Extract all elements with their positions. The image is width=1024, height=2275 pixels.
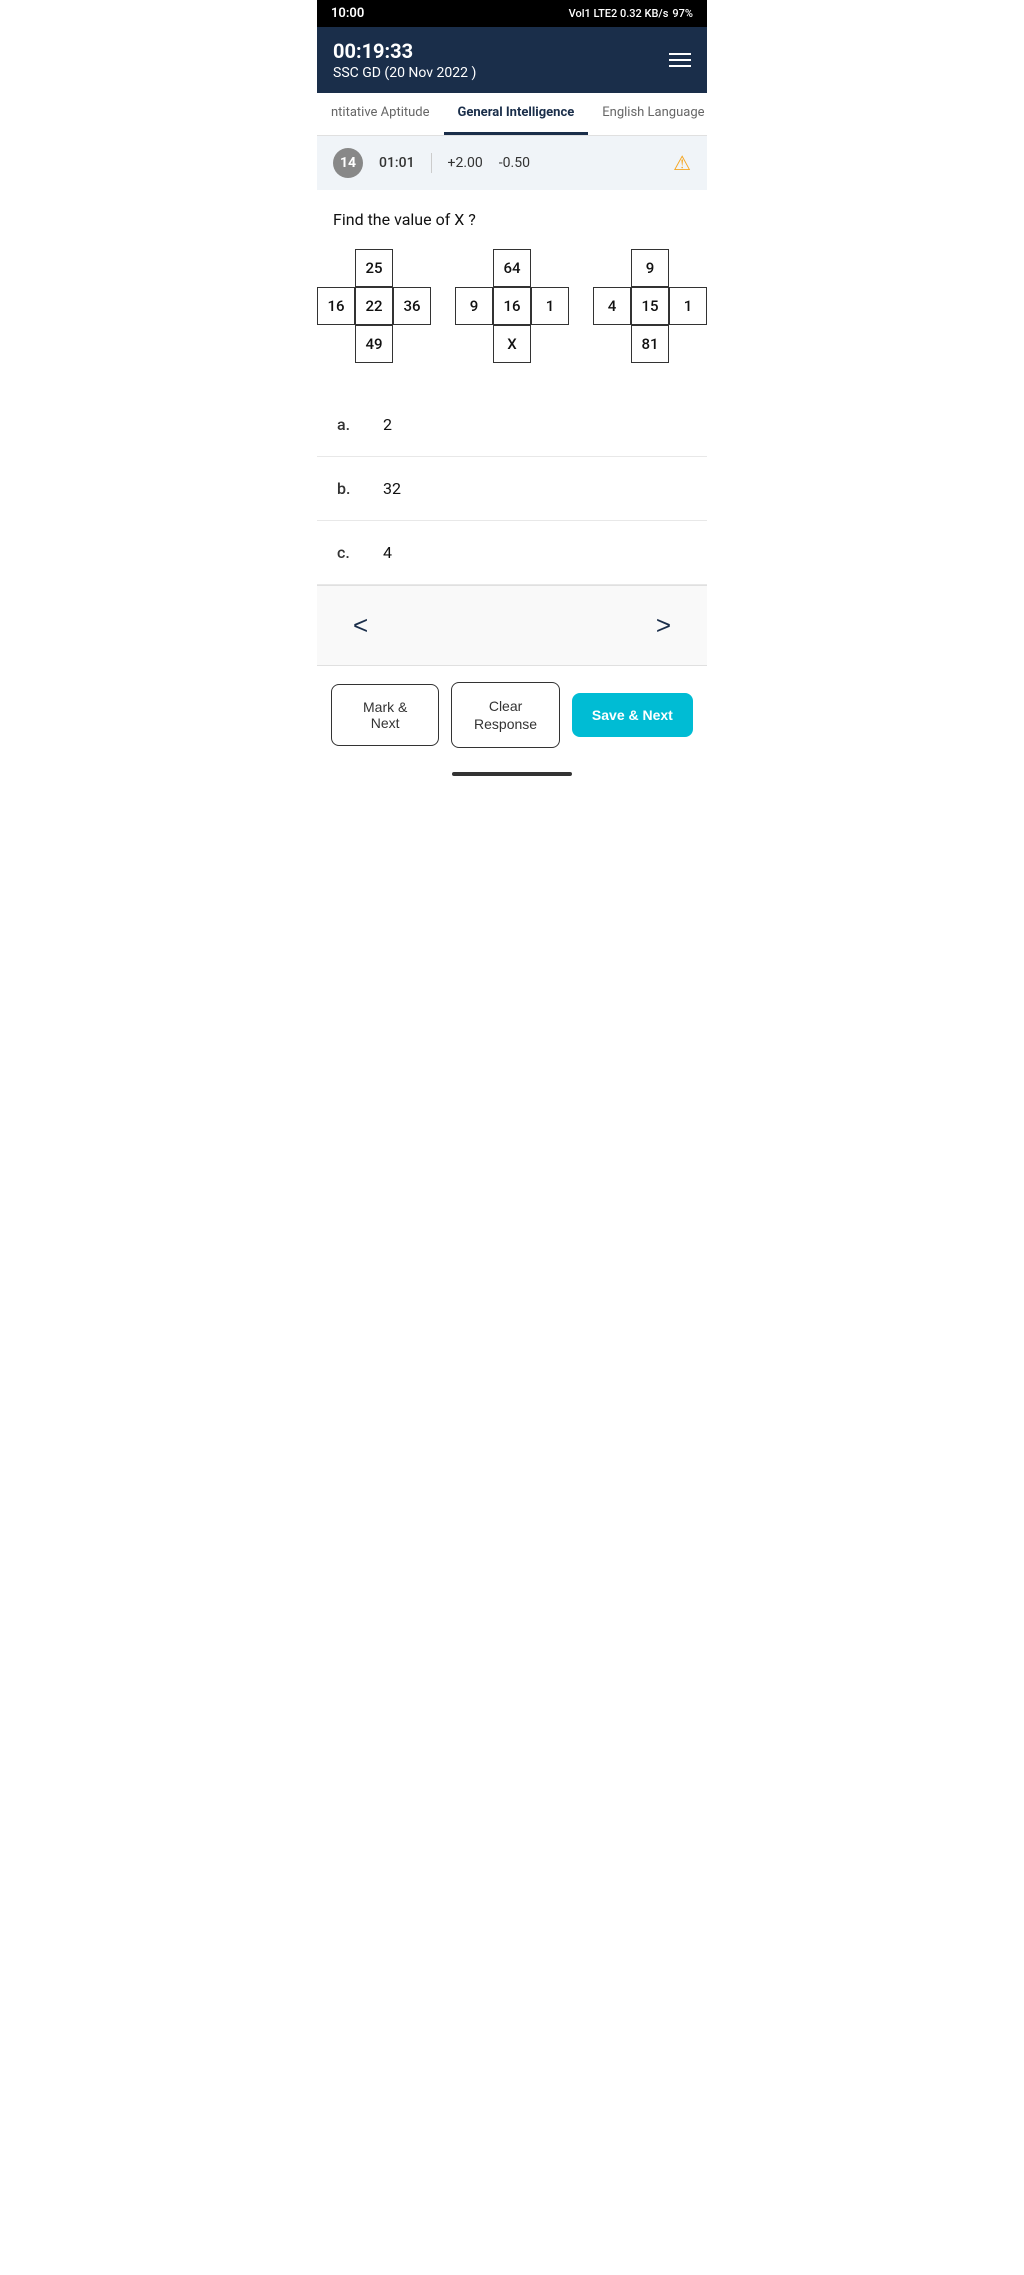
question-meta: 14 01:01 +2.00 -0.50 ⚠ <box>317 136 707 190</box>
clear-response-button[interactable]: ClearResponse <box>451 682 559 748</box>
question-marks: +2.00 <box>448 155 483 171</box>
tab-general-intelligence[interactable]: General Intelligence <box>444 93 589 135</box>
m2-bottomright <box>531 325 569 363</box>
option-c-value: 4 <box>383 543 392 562</box>
m3-right: 1 <box>669 287 707 325</box>
status-bar: 10:00 Vol1 LTE2 0.32 KB/s 97% <box>317 0 707 27</box>
hamburger-line-3 <box>669 65 691 67</box>
option-a[interactable]: a. 2 <box>317 393 707 457</box>
m3-topleft <box>593 249 631 287</box>
timer-display: 00:19:33 <box>333 39 476 63</box>
battery-info: 97% <box>672 7 693 20</box>
option-a-value: 2 <box>383 415 392 434</box>
exam-title: SSC GD (20 Nov 2022 ) <box>333 65 476 81</box>
network-info: Vol1 LTE2 0.32 KB/s <box>569 7 669 20</box>
option-b-label: b. <box>337 479 367 498</box>
option-a-label: a. <box>337 415 367 434</box>
m3-bottom: 81 <box>631 325 669 363</box>
question-text: Find the value of X ? <box>333 210 691 229</box>
header: 00:19:33 SSC GD (20 Nov 2022 ) <box>317 27 707 93</box>
question-timer: 01:01 <box>379 155 415 171</box>
option-b[interactable]: b. 32 <box>317 457 707 521</box>
status-time: 10:00 <box>331 6 364 21</box>
m1-bottomright <box>393 325 431 363</box>
m2-top: 64 <box>493 249 531 287</box>
m3-topright <box>669 249 707 287</box>
m1-bottom: 49 <box>355 325 393 363</box>
option-b-value: 32 <box>383 479 401 498</box>
save-next-button[interactable]: Save & Next <box>572 693 693 737</box>
navigation-bar: < > <box>317 585 707 666</box>
status-right: Vol1 LTE2 0.32 KB/s 97% <box>569 7 693 20</box>
m1-top: 25 <box>355 249 393 287</box>
m2-topleft <box>455 249 493 287</box>
matrix-3: 9 4 15 1 81 <box>593 249 707 363</box>
header-left: 00:19:33 SSC GD (20 Nov 2022 ) <box>333 39 476 81</box>
m3-bottomleft <box>593 325 631 363</box>
m2-bottomleft <box>455 325 493 363</box>
m1-right: 36 <box>393 287 431 325</box>
option-c[interactable]: c. 4 <box>317 521 707 585</box>
question-body: Find the value of X ? 25 16 22 36 49 64 … <box>317 190 707 393</box>
indicator-bar <box>452 772 572 776</box>
m3-top: 9 <box>631 249 669 287</box>
tab-english[interactable]: English Language <box>588 93 707 135</box>
warning-icon: ⚠ <box>673 151 691 175</box>
bottom-buttons: Mark & Next ClearResponse Save & Next <box>317 666 707 764</box>
question-number: 14 <box>333 148 363 178</box>
m2-right: 1 <box>531 287 569 325</box>
bottom-indicator <box>317 764 707 788</box>
hamburger-line-2 <box>669 59 691 61</box>
mark-next-button[interactable]: Mark & Next <box>331 684 439 746</box>
options-section: a. 2 b. 32 c. 4 <box>317 393 707 585</box>
matrix-2: 64 9 16 1 X <box>455 249 569 363</box>
question-negative: -0.50 <box>499 155 530 171</box>
option-c-label: c. <box>337 543 367 562</box>
matrix-1: 25 16 22 36 49 <box>317 249 431 363</box>
m1-topleft <box>317 249 355 287</box>
m1-left: 16 <box>317 287 355 325</box>
hamburger-line-1 <box>669 53 691 55</box>
hamburger-menu[interactable] <box>669 53 691 67</box>
m3-center: 15 <box>631 287 669 325</box>
meta-separator <box>431 153 432 173</box>
m3-left: 4 <box>593 287 631 325</box>
m1-topright <box>393 249 431 287</box>
tab-quantitative[interactable]: ntitative Aptitude <box>317 93 444 135</box>
prev-button[interactable]: < <box>341 604 380 647</box>
next-button[interactable]: > <box>644 604 683 647</box>
tab-bar: ntitative Aptitude General Intelligence … <box>317 93 707 136</box>
m1-bottomleft <box>317 325 355 363</box>
m2-left: 9 <box>455 287 493 325</box>
m3-bottomright <box>669 325 707 363</box>
m2-bottom: X <box>493 325 531 363</box>
m1-center: 22 <box>355 287 393 325</box>
puzzle-container: 25 16 22 36 49 64 9 16 1 X 9 4 15 <box>333 249 691 363</box>
m2-topright <box>531 249 569 287</box>
m2-center: 16 <box>493 287 531 325</box>
